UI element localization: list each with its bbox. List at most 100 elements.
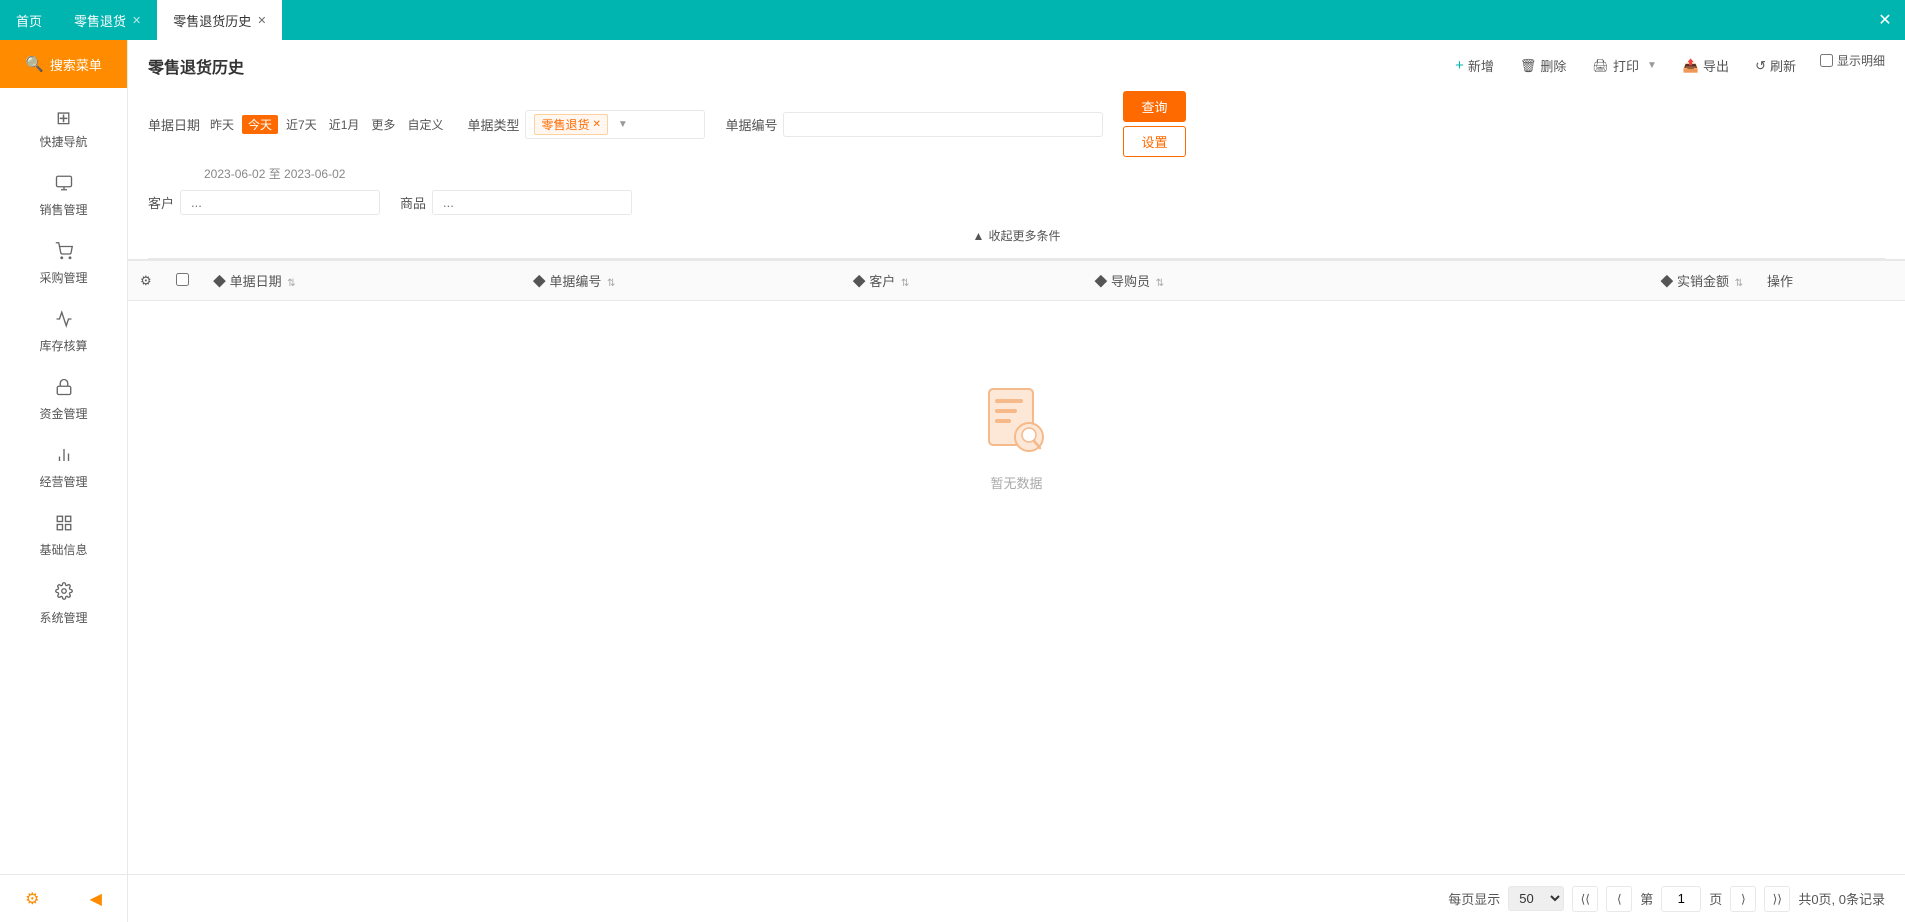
doc-type-chevron-icon: ▼ [618,119,628,130]
settings-button[interactable]: 设置 [1123,126,1185,157]
th-actions-label: 操作 [1767,274,1793,289]
page-prev-btn[interactable]: ⟨ [1606,886,1632,912]
filter-area: 单据日期 昨天 今天 近7天 近1月 更多 自定义 单据类型 [148,91,1885,259]
page-number-input[interactable] [1661,886,1701,912]
page-title-row: 零售退货历史 + 新增 🗑 删除 🖨 打印 [148,52,1885,79]
date-more[interactable]: 更多 [367,115,399,134]
sidebar-item-purchase-label: 采购管理 [39,269,87,286]
doc-no-filter: 单据编号 [725,112,1103,137]
sidebar-item-inventory[interactable]: 库存核算 [0,298,127,366]
collapse-up-icon: ▲ [973,229,985,243]
goods-input[interactable] [432,190,632,215]
tab-retail-return-close[interactable]: ✕ [132,14,141,27]
tab-retail-return-history-label: 零售退货历史 [173,11,251,30]
customer-filter: 客户 [148,190,380,215]
refresh-button[interactable]: ↺ 刷新 [1747,52,1804,79]
sidebar-item-operations[interactable]: 经营管理 [0,434,127,502]
th-doc-date-sort-icon: ⇅ [287,278,295,289]
goods-label: 商品 [400,193,426,212]
export-button[interactable]: 📤 导出 [1675,52,1737,79]
print-button[interactable]: 🖨 打印 ▼ [1584,52,1664,79]
add-button[interactable]: + 新增 [1447,52,1502,79]
sidebar-item-finance[interactable]: 资金管理 [0,366,127,434]
th-doc-no-sort-icon: ⇅ [607,278,615,289]
collapse-button[interactable]: ▲ 收起更多条件 [973,227,1061,244]
sidebar-item-sales-mgmt[interactable]: 销售管理 [0,162,127,230]
date-today[interactable]: 今天 [242,115,278,134]
date-last7[interactable]: 近7天 [282,115,321,134]
table-container: ⚙ ◆ 单据日期 ⇅ ◆ 单据编号 ⇅ [128,260,1905,874]
goods-filter: 商品 [400,190,632,215]
purchase-icon [55,242,73,265]
search-icon: 🔍 [25,55,44,73]
th-doc-date[interactable]: ◆ 单据日期 ⇅ [201,261,521,301]
sidebar-item-base-info[interactable]: 基础信息 [0,502,127,570]
add-icon: + [1455,57,1464,74]
page-last-btn[interactable]: ⟩⟩ [1764,886,1790,912]
tab-retail-return-history-close[interactable]: ✕ [257,14,266,27]
page-size-select[interactable]: 50 10 20 100 [1508,886,1564,911]
doc-no-input[interactable] [783,112,1103,137]
select-all-checkbox[interactable] [176,273,189,286]
page-label: 页 [1709,889,1722,908]
sidebar-nav: ⊞ 快捷导航 销售管理 采购管理 库存核算 [0,88,127,874]
sidebar-search[interactable]: 🔍 搜索菜单 [0,40,127,88]
sidebar-bottom: ⚙ ◀ [0,874,127,922]
show-detail-checkbox[interactable] [1820,54,1833,67]
date-custom[interactable]: 自定义 [403,115,447,134]
doc-type-tag: 零售退货 ✕ [534,114,607,135]
th-customer-sort-icon: ⇅ [901,278,909,289]
sidebar-item-purchase-mgmt[interactable]: 采购管理 [0,230,127,298]
sidebar-search-label: 搜索菜单 [50,55,102,74]
customer-input[interactable] [180,190,380,215]
sidebar-item-sys-mgmt-label: 系统管理 [39,609,87,626]
show-detail-label: 显示明细 [1837,52,1885,69]
print-chevron-icon: ▼ [1647,60,1657,71]
inventory-icon [55,310,73,333]
date-shortcuts: 昨天 今天 近7天 近1月 更多 自定义 [206,115,447,134]
sidebar-item-quick-nav-label: 快捷导航 [39,133,87,150]
page-title: 零售退货历史 [148,54,244,78]
tab-retail-return[interactable]: 零售退货 ✕ [58,0,157,40]
main-layout: 🔍 搜索菜单 ⊞ 快捷导航 销售管理 采购管理 [0,40,1905,922]
empty-state-row: 暂无数据 [128,301,1905,573]
table-settings-icon[interactable]: ⚙ [140,273,152,288]
sidebar-toggle-btn[interactable]: ◀ [90,889,102,909]
collapse-label: 收起更多条件 [988,227,1060,244]
date-yesterday[interactable]: 昨天 [206,115,238,134]
topbar-close-button[interactable]: ✕ [1865,0,1905,40]
page-word: 第 [1640,889,1653,908]
sidebar-item-inventory-label: 库存核算 [39,337,87,354]
date-last1m[interactable]: 近1月 [325,115,364,134]
tab-home[interactable]: 首页 [0,0,58,40]
pagination-bar: 每页显示 50 10 20 100 ⟨⟨ ⟨ 第 页 ⟩ ⟩⟩ 共0页, 0条记… [128,874,1905,922]
tab-retail-return-history[interactable]: 零售退货历史 ✕ [157,0,282,40]
sidebar-item-quick-nav[interactable]: ⊞ 快捷导航 [0,96,127,162]
doc-type-label: 单据类型 [467,115,519,134]
page-first-btn[interactable]: ⟨⟨ [1572,886,1598,912]
th-amount-sort-icon: ⇅ [1735,278,1743,289]
refresh-icon: ↺ [1755,58,1766,74]
table-header-row: ⚙ ◆ 单据日期 ⇅ ◆ 单据编号 ⇅ [128,261,1905,301]
sidebar-item-sys-mgmt[interactable]: 系统管理 [0,570,127,638]
sidebar-settings-btn[interactable]: ⚙ [25,889,39,909]
th-doc-no-label: ◆ 单据编号 [533,274,602,289]
th-spacer [1363,261,1435,301]
th-customer[interactable]: ◆ 客户 ⇅ [841,261,1083,301]
th-doc-no[interactable]: ◆ 单据编号 ⇅ [521,261,841,301]
page-next-btn[interactable]: ⟩ [1730,886,1756,912]
th-amount[interactable]: ◆ 实销金额 ⇅ [1435,261,1755,301]
doc-type-tag-close[interactable]: ✕ [592,119,600,130]
query-button[interactable]: 查询 [1123,91,1185,122]
sales-icon [55,174,73,197]
doc-type-select[interactable]: 零售退货 ✕ ▼ [525,110,705,139]
operations-icon [55,446,73,469]
delete-button[interactable]: 🗑 删除 [1512,52,1575,79]
th-settings: ⚙ [128,261,164,301]
export-icon: 📤 [1683,58,1699,74]
delete-icon: 🗑 [1520,58,1537,74]
th-guide[interactable]: ◆ 导购员 ⇅ [1082,261,1363,301]
topbar: 首页 零售退货 ✕ 零售退货历史 ✕ ✕ [0,0,1905,40]
th-checkbox [164,261,201,301]
th-actions: 操作 [1755,261,1905,301]
